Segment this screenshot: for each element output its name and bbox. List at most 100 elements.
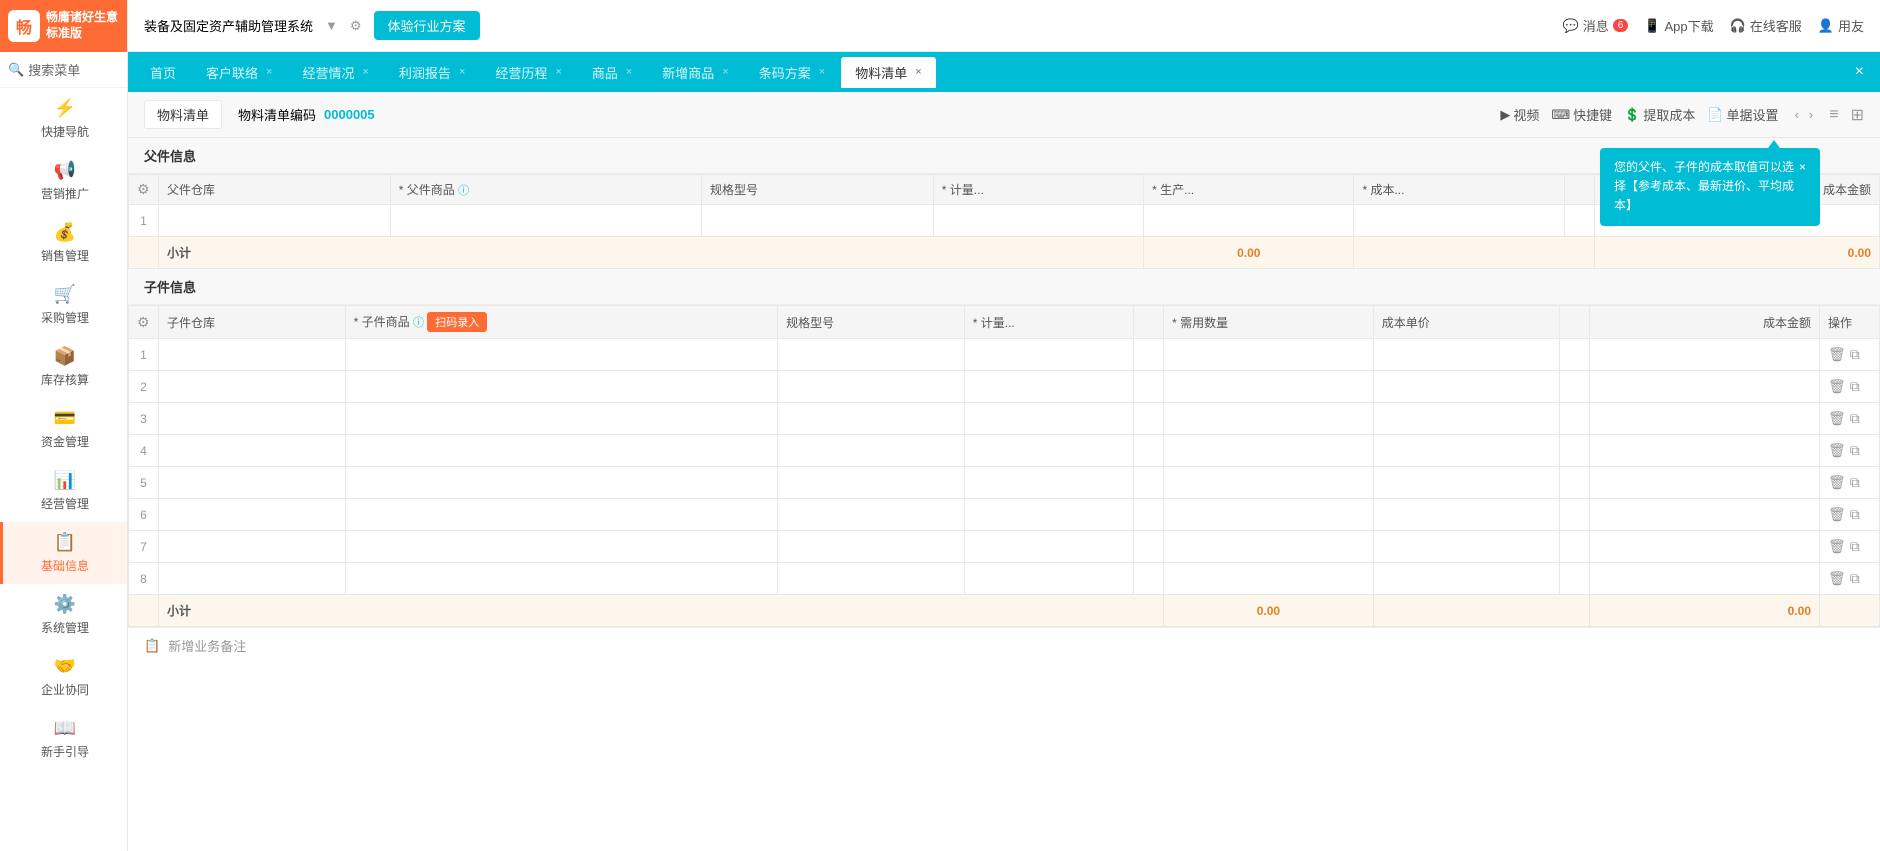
- child-cell-warehouse-1[interactable]: [159, 339, 346, 371]
- close-profit-tab[interactable]: ×: [459, 66, 465, 78]
- child-cell-unit-7[interactable]: [964, 531, 1133, 563]
- online-service-button[interactable]: 🎧 在线客服: [1730, 16, 1802, 35]
- child-cell-unit-cost-2[interactable]: [1373, 371, 1560, 403]
- shortcut-btn[interactable]: ⌨ 快捷键: [1551, 105, 1612, 124]
- child-cell-warehouse-2[interactable]: [159, 371, 346, 403]
- child-cell-unit-4[interactable]: [964, 435, 1133, 467]
- grid-view-icon[interactable]: ≡: [1829, 106, 1838, 124]
- child-cell-goods-1[interactable]: [345, 339, 778, 371]
- tab-new-goods[interactable]: 新增商品 ×: [648, 57, 742, 88]
- sidebar-item-purchase[interactable]: 🛒采购管理: [0, 274, 127, 336]
- delete-icon-6[interactable]: 🗑: [1828, 506, 1846, 523]
- child-cell-unit-cost-4[interactable]: [1373, 435, 1560, 467]
- child-cell-unit-cost-1[interactable]: [1373, 339, 1560, 371]
- child-cell-spec-3[interactable]: [778, 403, 965, 435]
- copy-icon-5[interactable]: ⧉: [1850, 474, 1860, 491]
- scan-button[interactable]: 扫码录入: [427, 312, 487, 332]
- child-cell-qty-7[interactable]: [1164, 531, 1374, 563]
- child-cell-unit-cost-7[interactable]: [1373, 531, 1560, 563]
- copy-icon-6[interactable]: ⧉: [1850, 506, 1860, 523]
- child-cell-unit-2[interactable]: [964, 371, 1133, 403]
- user-menu[interactable]: 👤 用友: [1818, 16, 1864, 35]
- settings-icon[interactable]: ⚙: [350, 18, 362, 34]
- child-cell-spec-1[interactable]: [778, 339, 965, 371]
- child-cell-qty-2[interactable]: [1164, 371, 1374, 403]
- child-cell-goods-6[interactable]: [345, 499, 778, 531]
- message-button[interactable]: 💬 消息 6: [1563, 16, 1629, 35]
- child-cell-unit-8[interactable]: [964, 563, 1133, 595]
- child-cell-goods-4[interactable]: [345, 435, 778, 467]
- sidebar-item-guide[interactable]: 📖新手引导: [0, 708, 127, 770]
- child-cell-spec-7[interactable]: [778, 531, 965, 563]
- child-cell-unit-cost-6[interactable]: [1373, 499, 1560, 531]
- parent-gear-icon[interactable]: ⚙: [137, 181, 150, 197]
- get-cost-btn[interactable]: 💲 提取成本: [1624, 105, 1695, 124]
- child-cell-spec-2[interactable]: [778, 371, 965, 403]
- child-cell-warehouse-6[interactable]: [159, 499, 346, 531]
- delete-icon-5[interactable]: 🗑: [1828, 474, 1846, 491]
- close-operations-tab[interactable]: ×: [362, 66, 368, 78]
- search-menu[interactable]: 🔍 搜索菜单: [0, 52, 127, 88]
- close-new-goods-tab[interactable]: ×: [722, 66, 728, 78]
- child-cell-warehouse-5[interactable]: [159, 467, 346, 499]
- close-history-tab[interactable]: ×: [555, 66, 561, 78]
- single-settings-btn[interactable]: 📄 单据设置: [1707, 105, 1778, 124]
- parent-cell-spec-1[interactable]: [702, 205, 934, 237]
- child-cell-unit-cost-3[interactable]: [1373, 403, 1560, 435]
- child-cell-qty-4[interactable]: [1164, 435, 1374, 467]
- delete-icon-4[interactable]: 🗑: [1828, 442, 1846, 459]
- child-cell-spec-4[interactable]: [778, 435, 965, 467]
- child-cell-spec-6[interactable]: [778, 499, 965, 531]
- sidebar-item-system[interactable]: ⚙️系统管理: [0, 584, 127, 646]
- close-all-tabs[interactable]: ×: [1847, 59, 1872, 85]
- copy-icon-3[interactable]: ⧉: [1850, 410, 1860, 427]
- child-goods-help-icon[interactable]: ⓘ: [413, 317, 424, 329]
- copy-icon-7[interactable]: ⧉: [1850, 538, 1860, 555]
- tab-history[interactable]: 经营历程 ×: [481, 57, 575, 88]
- delete-icon-8[interactable]: 🗑: [1828, 570, 1846, 587]
- copy-icon-8[interactable]: ⧉: [1850, 570, 1860, 587]
- child-cell-warehouse-8[interactable]: [159, 563, 346, 595]
- child-cell-warehouse-4[interactable]: [159, 435, 346, 467]
- delete-icon-1[interactable]: 🗑: [1828, 346, 1846, 363]
- sidebar-item-marketing[interactable]: 📢营销推广: [0, 150, 127, 212]
- tab-operations[interactable]: 经营情况 ×: [288, 57, 382, 88]
- tab-profit[interactable]: 利润报告 ×: [385, 57, 479, 88]
- child-cell-qty-6[interactable]: [1164, 499, 1374, 531]
- parent-cell-unit-1[interactable]: [933, 205, 1143, 237]
- parent-cell-warehouse-1[interactable]: [159, 205, 391, 237]
- child-cell-goods-2[interactable]: [345, 371, 778, 403]
- delete-icon-7[interactable]: 🗑: [1828, 538, 1846, 555]
- tooltip-close-btn[interactable]: ×: [1799, 158, 1806, 177]
- sidebar-item-finance[interactable]: 💳资金管理: [0, 398, 127, 460]
- tab-goods[interactable]: 商品 ×: [578, 57, 646, 88]
- prev-arrow[interactable]: ‹: [1791, 105, 1803, 124]
- child-cell-goods-5[interactable]: [345, 467, 778, 499]
- add-row-text[interactable]: 新增业务备注: [168, 636, 246, 655]
- sidebar-item-quick-nav[interactable]: ⚡快捷导航: [0, 88, 127, 150]
- sidebar-item-inventory[interactable]: 📦库存核算: [0, 336, 127, 398]
- child-cell-unit-1[interactable]: [964, 339, 1133, 371]
- child-cell-qty-8[interactable]: [1164, 563, 1374, 595]
- app-download-button[interactable]: 📱 App下载: [1644, 16, 1713, 35]
- tab-bom[interactable]: 物料清单 ×: [841, 57, 935, 88]
- child-cell-warehouse-3[interactable]: [159, 403, 346, 435]
- tab-customer[interactable]: 客户联络 ×: [192, 57, 286, 88]
- next-arrow[interactable]: ›: [1805, 105, 1817, 124]
- child-cell-unit-5[interactable]: [964, 467, 1133, 499]
- copy-icon-4[interactable]: ⧉: [1850, 442, 1860, 459]
- sidebar-item-enterprise[interactable]: 🤝企业协同: [0, 646, 127, 708]
- expand-icon[interactable]: ⊞: [1851, 105, 1864, 125]
- sub-tab-bom-list[interactable]: 物料清单: [144, 100, 222, 129]
- close-barcode-tab[interactable]: ×: [819, 66, 825, 78]
- view-btn[interactable]: ▶ 视频: [1500, 105, 1539, 124]
- close-customer-tab[interactable]: ×: [266, 66, 272, 78]
- sidebar-item-sales[interactable]: 💰销售管理: [0, 212, 127, 274]
- child-cell-qty-1[interactable]: [1164, 339, 1374, 371]
- child-cell-unit-cost-5[interactable]: [1373, 467, 1560, 499]
- parent-cell-goods-1[interactable]: [390, 205, 701, 237]
- delete-icon-3[interactable]: 🗑: [1828, 410, 1846, 427]
- tab-home[interactable]: 首页: [136, 57, 190, 88]
- child-cell-qty-3[interactable]: [1164, 403, 1374, 435]
- child-cell-unit-6[interactable]: [964, 499, 1133, 531]
